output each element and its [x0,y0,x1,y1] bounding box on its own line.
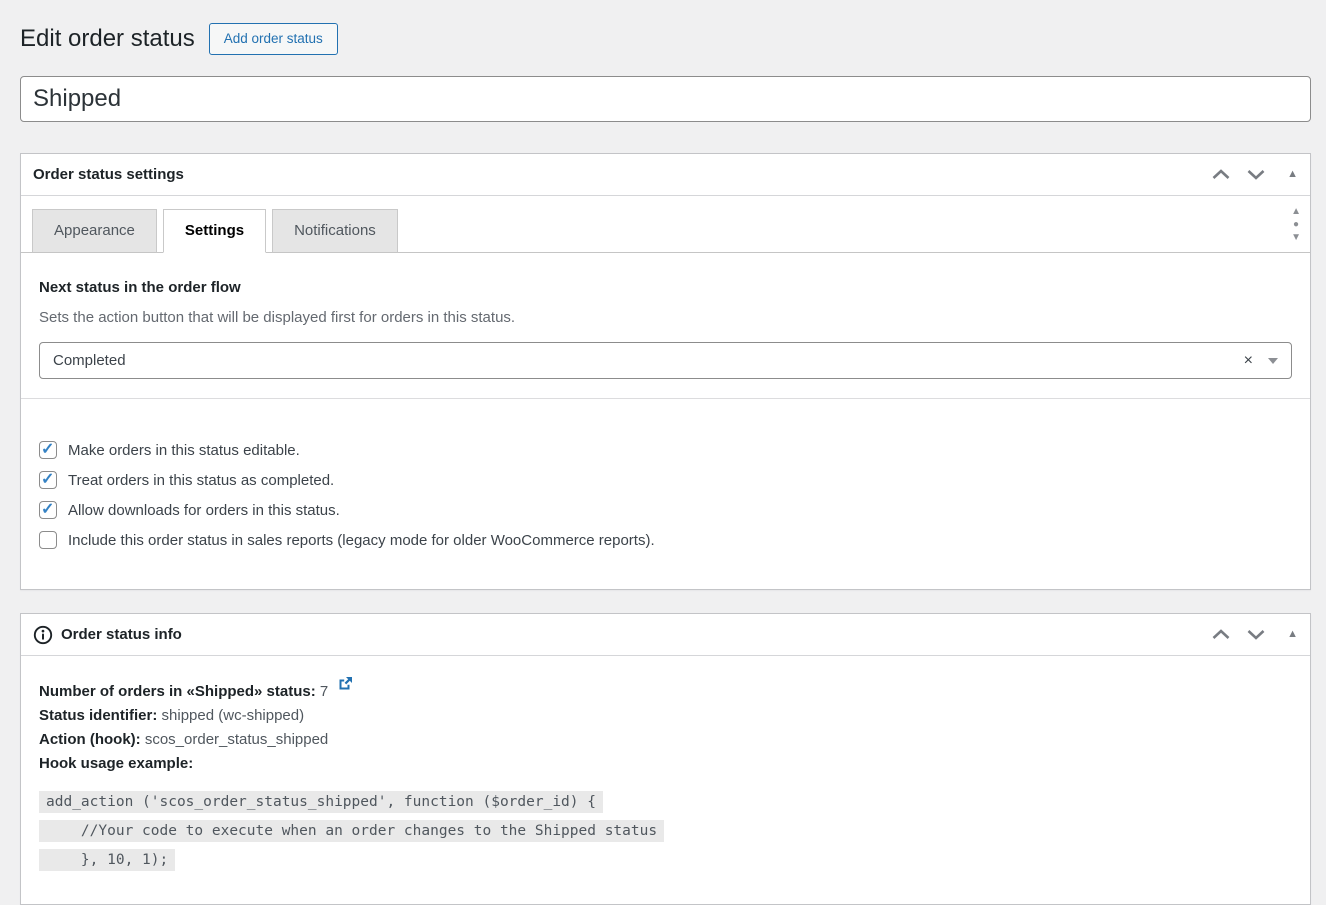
info-box-title: Order status info [61,626,1211,643]
checkbox-label: Include this order status in sales repor… [68,532,655,549]
settings-box-title: Order status settings [33,166,1211,183]
page-header: Edit order status Add order status [20,22,1311,56]
status-name-input[interactable] [20,76,1311,122]
action-hook-label: Action (hook): [39,731,141,748]
code-text: }, 10, 1); [39,849,175,871]
settings-tab-bar: Appearance Settings Notifications ▲ ● ▼ [21,196,1310,253]
next-status-heading: Next status in the order flow [39,279,1292,296]
checkbox-label: Allow downloads for orders in this statu… [68,502,340,519]
move-up-icon[interactable] [1211,169,1231,180]
orders-count-line: Number of orders in «Shipped» status: 7 [39,676,1292,704]
external-link-icon[interactable] [337,676,353,700]
hook-usage-line: Hook usage example: [39,752,1292,776]
action-hook-line: Action (hook): scos_order_status_shipped [39,728,1292,752]
code-text: //Your code to execute when an order cha… [39,820,664,842]
edit-order-status-page: Edit order status Add order status Order… [0,0,1326,905]
checkbox-label: Make orders in this status editable. [68,442,300,459]
scroll-up-icon[interactable]: ▲ [1291,205,1301,218]
move-down-icon[interactable] [1246,169,1266,180]
tab-settings[interactable]: Settings [163,209,266,253]
checkbox[interactable] [39,471,57,489]
checkbox[interactable] [39,441,57,459]
next-status-description: Sets the action button that will be disp… [39,309,1292,326]
status-identifier-line: Status identifier: shipped (wc-shipped) [39,704,1292,728]
tab-appearance[interactable]: Appearance [32,209,157,253]
settings-box-header: Order status settings ▲ [21,154,1310,196]
info-box-content: Number of orders in «Shipped» status: 7 … [21,656,1310,904]
hook-usage-label: Hook usage example: [39,755,193,772]
orders-count-value: 7 [320,683,328,700]
settings-tab-panel: Next status in the order flow Sets the a… [21,253,1310,589]
status-identifier-label: Status identifier: [39,707,157,724]
order-status-settings-box: Order status settings ▲ Appearance Setti… [20,153,1311,590]
checkbox-row-completed[interactable]: Treat orders in this status as completed… [39,471,1292,489]
tab-scrollbar[interactable]: ▲ ● ▼ [1291,205,1301,244]
select-selected-value: Completed [53,352,1244,369]
tab-label: Settings [185,222,244,239]
checkbox-label: Treat orders in this status as completed… [68,472,334,489]
info-icon [33,625,53,645]
checkbox[interactable] [39,501,57,519]
checkbox[interactable] [39,531,57,549]
action-hook-value: scos_order_status_shipped [145,731,328,748]
scroll-handle-icon[interactable]: ● [1293,218,1299,231]
checkbox-row-editable[interactable]: Make orders in this status editable. [39,441,1292,459]
metabox-controls: ▲ [1211,169,1298,180]
info-box-header: Order status info ▲ [21,614,1310,656]
metabox-controls: ▲ [1211,629,1298,640]
code-line: //Your code to execute when an order cha… [39,820,1292,842]
checkbox-row-sales-reports[interactable]: Include this order status in sales repor… [39,531,1292,549]
collapse-toggle-icon[interactable]: ▲ [1281,169,1298,180]
status-identifier-value: shipped (wc-shipped) [162,707,305,724]
tab-label: Appearance [54,222,135,239]
collapse-toggle-icon[interactable]: ▲ [1281,629,1298,640]
code-text: add_action ('scos_order_status_shipped',… [39,791,603,813]
code-line: }, 10, 1); [39,849,1292,871]
select-clear-icon[interactable]: × [1244,353,1253,369]
scroll-down-icon[interactable]: ▼ [1291,231,1301,244]
tab-label: Notifications [294,222,376,239]
move-up-icon[interactable] [1211,629,1231,640]
chevron-down-icon[interactable] [1268,358,1278,364]
next-status-select[interactable]: Completed × [39,342,1292,379]
checkbox-row-downloads[interactable]: Allow downloads for orders in this statu… [39,501,1292,519]
tab-notifications[interactable]: Notifications [272,209,398,253]
order-status-info-box: Order status info ▲ Number of orders in … [20,613,1311,905]
page-title: Edit order status [20,22,195,56]
hook-example-code: add_action ('scos_order_status_shipped',… [39,791,1292,871]
move-down-icon[interactable] [1246,629,1266,640]
orders-count-label: Number of orders in «Shipped» status: [39,683,316,700]
code-line: add_action ('scos_order_status_shipped',… [39,791,1292,813]
divider [21,398,1310,399]
add-order-status-button[interactable]: Add order status [209,23,338,55]
